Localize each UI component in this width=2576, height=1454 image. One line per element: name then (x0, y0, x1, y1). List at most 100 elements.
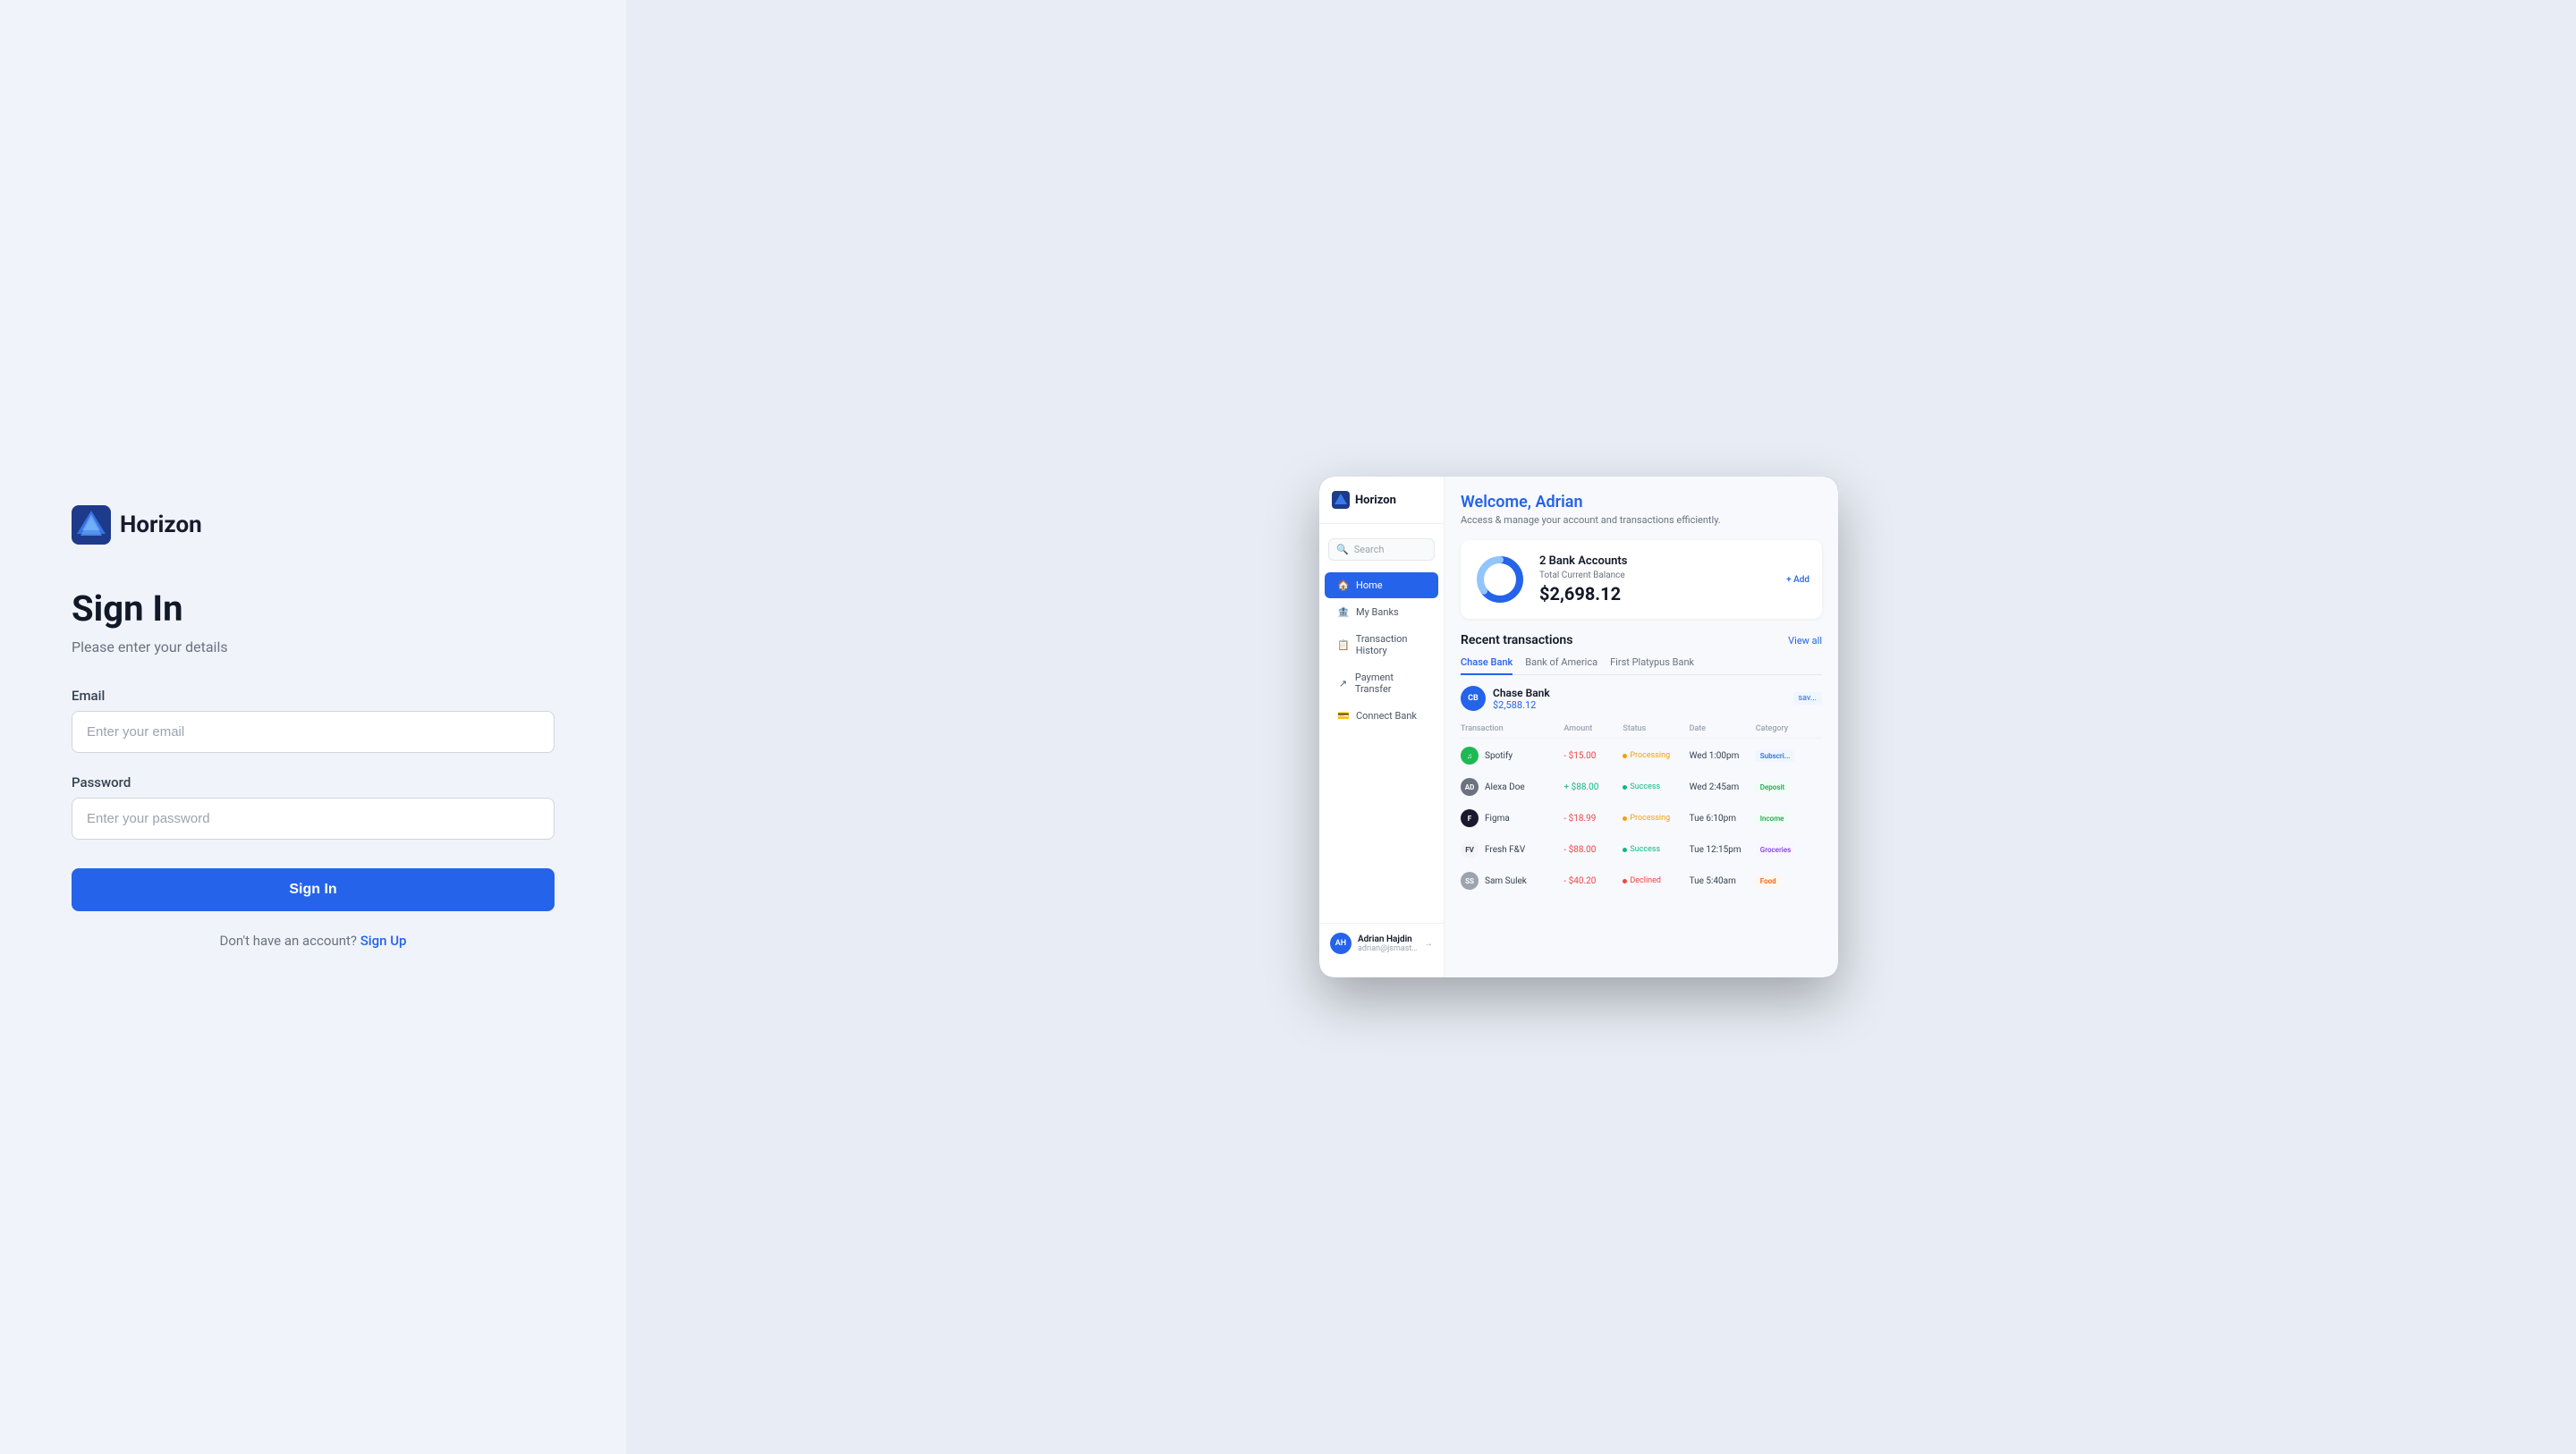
tx-category-badge: Income (1756, 813, 1789, 824)
chase-bank-balance: $2,588.12 (1493, 699, 1550, 711)
tx-status: Processing (1623, 814, 1689, 823)
sidebar-item-payment-transfer[interactable]: ↗ Payment Transfer (1325, 664, 1438, 702)
tx-category: Deposit (1756, 782, 1822, 792)
sidebar-search[interactable]: 🔍 Search (1328, 538, 1435, 561)
dashboard-sidebar: Horizon 🔍 Search 🏠 Home 🏦 My Ban (1319, 477, 1445, 977)
status-dot (1623, 754, 1627, 758)
tx-category-badge: Groceries (1756, 844, 1795, 856)
tx-rows-container: ♫ Spotify - $15.00 Processing Wed 1:00pm… (1461, 740, 1822, 897)
tx-table-header: Transaction Amount Status Date Category (1461, 720, 1822, 739)
tab-chase-bank[interactable]: Chase Bank (1461, 656, 1513, 675)
sidebar-item-my-banks-label: My Banks (1356, 606, 1399, 618)
status-dot (1623, 848, 1627, 852)
balance-card: 2 Bank Accounts Total Current Balance $2… (1461, 540, 1822, 619)
tx-category: Groceries (1756, 845, 1822, 855)
tx-name: Alexa Doe (1485, 782, 1525, 792)
no-account-text: Don't have an account? (220, 933, 360, 949)
tx-name: Fresh F&V (1485, 845, 1525, 855)
table-row: ♫ Spotify - $15.00 Processing Wed 1:00pm… (1461, 740, 1822, 772)
welcome-username: Adrian (1536, 493, 1583, 511)
welcome-subtitle: Access & manage your account and transac… (1461, 514, 1822, 526)
sidebar-item-transaction-history[interactable]: 📋 Transaction History (1325, 626, 1438, 664)
tx-date: Tue 12:15pm (1690, 845, 1756, 855)
password-input[interactable] (72, 798, 555, 840)
tx-icon: AD (1461, 778, 1479, 796)
status-dot (1623, 879, 1627, 883)
bank-save-badge: sav... (1793, 692, 1822, 705)
table-row: F Figma - $18.99 Processing Tue 6:10pm I… (1461, 803, 1822, 834)
home-icon: 🏠 (1337, 579, 1350, 591)
sidebar-item-history-label: Transaction History (1356, 633, 1426, 656)
tx-name-cell: AD Alexa Doe (1461, 778, 1563, 796)
sidebar-logo-text: Horizon (1355, 494, 1396, 507)
search-icon: 🔍 (1336, 544, 1349, 555)
status-dot (1623, 816, 1627, 821)
tx-icon: F (1461, 809, 1479, 827)
email-form-group: Email (72, 688, 555, 753)
bank-tabs: Chase Bank Bank of America First Platypu… (1461, 656, 1822, 675)
sidebar-user-info: Adrian Hajdin adrian@jsmastery.pro (1358, 934, 1418, 953)
tx-amount: - $40.20 (1563, 876, 1623, 886)
signin-title: Sign In (72, 588, 555, 630)
sidebar-item-connect-label: Connect Bank (1356, 710, 1417, 722)
tx-header-transaction: Transaction (1461, 724, 1563, 733)
tx-header-date: Date (1690, 724, 1756, 733)
tx-name: Sam Sulek (1485, 876, 1527, 886)
table-row: AD Alexa Doe + $88.00 Success Wed 2:45am… (1461, 772, 1822, 803)
welcome-greeting: Welcome, (1461, 493, 1536, 511)
email-input[interactable] (72, 711, 555, 753)
tx-status: Processing (1623, 751, 1689, 760)
signup-link[interactable]: Sign Up (360, 933, 407, 949)
status-text: Declined (1630, 876, 1661, 885)
tab-first-platypus[interactable]: First Platypus Bank (1610, 656, 1694, 675)
tx-amount: - $88.00 (1563, 845, 1623, 855)
page-container: Horizon Sign In Please enter your detail… (0, 0, 2576, 1454)
recent-transactions-title: Recent transactions (1461, 633, 1572, 647)
banks-icon: 🏦 (1337, 606, 1350, 618)
tx-name-cell: FV Fresh F&V (1461, 841, 1563, 858)
password-form-group: Password (72, 774, 555, 840)
tx-category-badge: Deposit (1756, 782, 1789, 793)
tx-icon: FV (1461, 841, 1479, 858)
view-all-button[interactable]: View all (1788, 635, 1822, 647)
tx-date: Wed 2:45am (1690, 782, 1756, 792)
recent-transactions-header: Recent transactions View all (1461, 633, 1822, 647)
history-icon: 📋 (1337, 639, 1350, 651)
tx-date: Tue 5:40am (1690, 876, 1756, 886)
tx-header-amount: Amount (1563, 724, 1623, 733)
transfer-icon: ↗ (1337, 678, 1349, 689)
balance-add-button[interactable]: + Add (1786, 575, 1809, 585)
connect-icon: 💳 (1337, 710, 1350, 722)
tx-status: Success (1623, 782, 1689, 791)
balance-amount: $2,698.12 (1539, 583, 1774, 604)
sidebar-user-name: Adrian Hajdin (1358, 934, 1418, 944)
tx-header-category: Category (1756, 724, 1822, 733)
chase-bank-name: Chase Bank (1493, 687, 1550, 699)
welcome-title: Welcome, Adrian (1461, 493, 1822, 511)
search-placeholder-text: Search (1354, 544, 1385, 555)
status-text: Processing (1630, 814, 1670, 823)
status-text: Success (1630, 782, 1660, 791)
dashboard-main: Welcome, Adrian Access & manage your acc… (1445, 477, 1838, 977)
tx-name-cell: F Figma (1461, 809, 1563, 827)
balance-accounts-count: 2 Bank Accounts (1539, 554, 1774, 568)
sidebar-item-connect-bank[interactable]: 💳 Connect Bank (1325, 703, 1438, 729)
tx-icon: SS (1461, 872, 1479, 890)
signin-button[interactable]: Sign In (72, 868, 555, 911)
sidebar-item-home[interactable]: 🏠 Home (1325, 572, 1438, 598)
tx-status: Success (1623, 845, 1689, 854)
browser-window: Horizon 🔍 Search 🏠 Home 🏦 My Ban (1319, 477, 1838, 977)
transactions-table: Transaction Amount Status Date Category … (1461, 720, 1822, 897)
logout-icon[interactable]: → (1424, 939, 1433, 949)
dashboard-section: Horizon 🔍 Search 🏠 Home 🏦 My Ban (626, 0, 2576, 1454)
tx-amount: - $15.00 (1563, 751, 1623, 761)
tab-bank-of-america[interactable]: Bank of America (1525, 656, 1597, 675)
tx-name: Spotify (1485, 751, 1513, 761)
tx-name-cell: SS Sam Sulek (1461, 872, 1563, 890)
tx-header-status: Status (1623, 724, 1689, 733)
sidebar-item-my-banks[interactable]: 🏦 My Banks (1325, 599, 1438, 625)
welcome-header: Welcome, Adrian Access & manage your acc… (1461, 493, 1822, 526)
signup-prompt: Don't have an account? Sign Up (72, 933, 555, 949)
chase-bank-avatar: CB (1461, 686, 1486, 711)
balance-donut-chart (1473, 553, 1527, 606)
